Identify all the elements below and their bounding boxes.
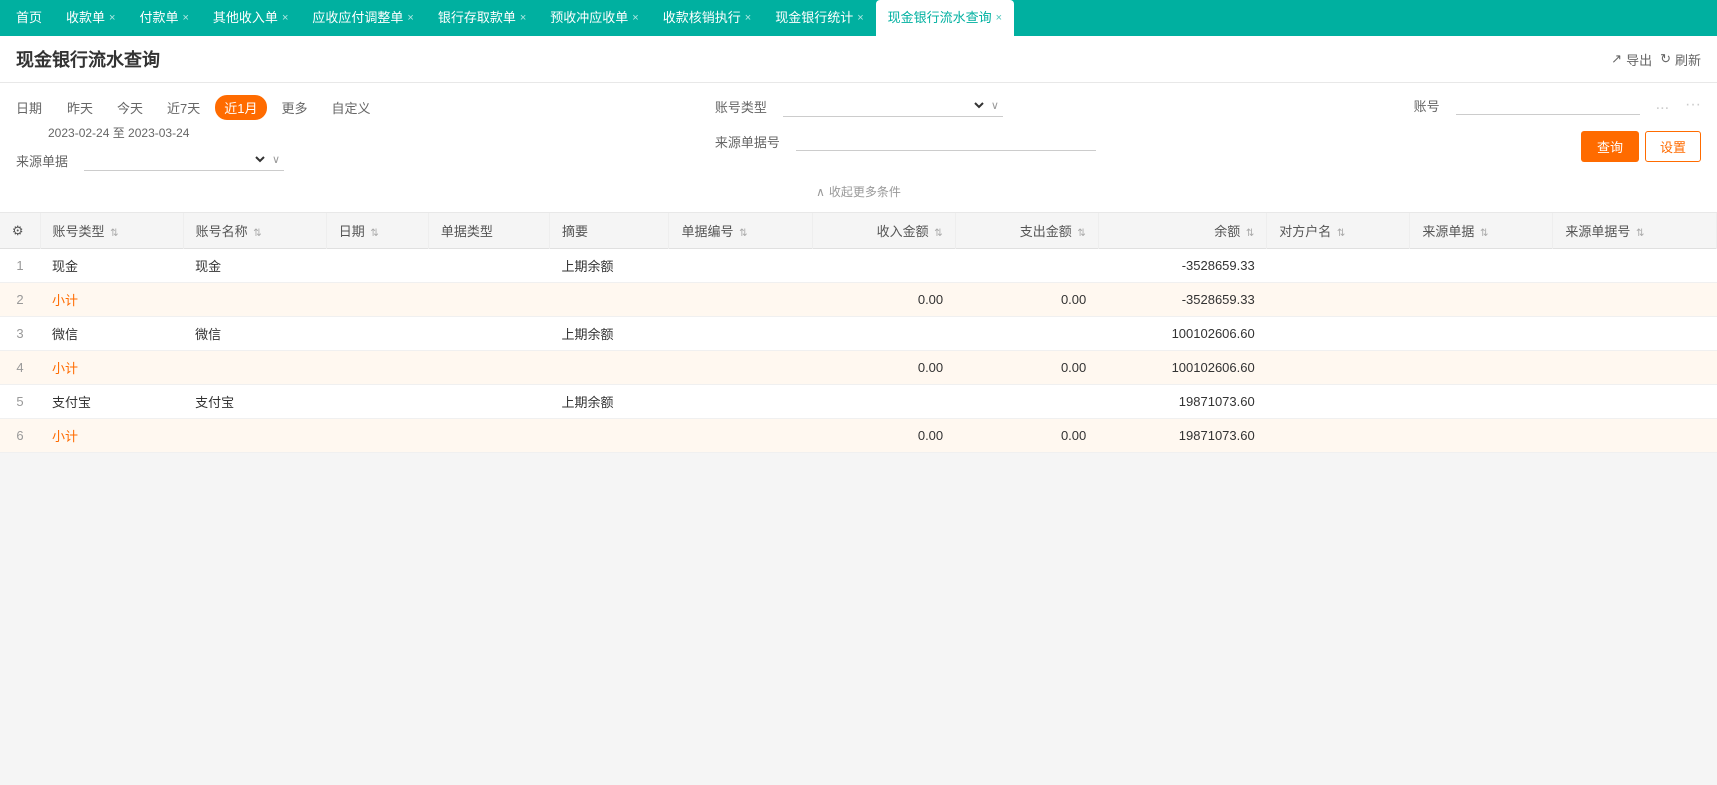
close-icon[interactable]: × [282, 0, 288, 36]
col-counterpart[interactable]: 对方户名 ⇅ [1267, 213, 1410, 249]
date-btn-yesterday[interactable]: 昨天 [58, 95, 102, 120]
col-balance[interactable]: 余额 ⇅ [1098, 213, 1266, 249]
sort-icon: ⇅ [934, 228, 942, 239]
query-button[interactable]: 查询 [1581, 131, 1639, 162]
sort-icon: ⇅ [1636, 228, 1644, 239]
filter-area: 日期 昨天 今天 近7天 近1月 更多 自定义 2023-02-24 至 202… [0, 83, 1717, 213]
date-range: 2023-02-24 至 2023-03-24 [48, 124, 189, 141]
date-options: 昨天 今天 近7天 近1月 更多 自定义 [58, 95, 380, 120]
close-icon[interactable]: × [996, 0, 1002, 36]
source-doc-no-label: 来源单据号 [715, 132, 780, 151]
nav-item-other-income[interactable]: 其他收入单 × [201, 0, 300, 36]
top-nav: 首页 收款单 × 付款单 × 其他收入单 × 应收应付调整单 × 银行存取款单 … [0, 0, 1717, 36]
col-source-doc-no[interactable]: 来源单据号 ⇅ [1553, 213, 1717, 249]
page-title: 现金银行流水查询 [16, 46, 160, 72]
col-account-type[interactable]: 账号类型 ⇅ [40, 213, 183, 249]
close-icon[interactable]: × [407, 0, 413, 36]
export-button[interactable]: ↗ 导出 [1611, 50, 1652, 69]
export-icon: ↗ [1611, 51, 1622, 67]
source-doc-no-input[interactable] [796, 131, 1096, 151]
table-row: 1现金现金上期余额-3528659.33 [0, 249, 1717, 283]
sort-icon: ⇅ [1077, 228, 1085, 239]
close-icon[interactable]: × [182, 0, 188, 36]
source-doc-label: 来源单据 [16, 151, 68, 170]
account-input[interactable] [1456, 95, 1640, 115]
nav-item-cashflow[interactable]: 现金银行流水查询 × [876, 0, 1014, 36]
sort-icon: ⇅ [1480, 228, 1488, 239]
collapse-icon: ∧ [816, 185, 825, 199]
settings-button[interactable]: 设置 [1645, 131, 1701, 162]
close-icon[interactable]: × [857, 0, 863, 36]
date-btn-7days[interactable]: 近7天 [158, 95, 209, 120]
nav-item-bank-withdraw[interactable]: 银行存取款单 × [426, 0, 538, 36]
close-icon[interactable]: × [109, 0, 115, 36]
chevron-down-icon: ∨ [991, 99, 999, 112]
sort-icon: ⇅ [370, 228, 378, 239]
close-icon[interactable]: × [745, 0, 751, 36]
table-container: ⚙ 账号类型 ⇅ 账号名称 ⇅ 日期 ⇅ 单据类型 摘要 单据编号 ⇅ 收入金额… [0, 213, 1717, 453]
refresh-button[interactable]: ↻ 刷新 [1660, 50, 1701, 69]
nav-item-payment[interactable]: 付款单 × [127, 0, 200, 36]
date-label: 日期 [16, 98, 42, 117]
account-type-label: 账号类型 [715, 97, 767, 116]
table-row: 3微信微信上期余额100102606.60 [0, 317, 1717, 351]
col-date[interactable]: 日期 ⇅ [326, 213, 428, 249]
col-expense[interactable]: 支出金额 ⇅ [955, 213, 1098, 249]
close-icon[interactable]: × [520, 0, 526, 36]
nav-item-receipt[interactable]: 收款单 × [54, 0, 127, 36]
col-settings[interactable]: ⚙ [0, 213, 40, 249]
account-label: 账号 [1414, 96, 1440, 115]
date-btn-1month[interactable]: 近1月 [215, 95, 266, 120]
date-btn-today[interactable]: 今天 [108, 95, 152, 120]
data-table: ⚙ 账号类型 ⇅ 账号名称 ⇅ 日期 ⇅ 单据类型 摘要 单据编号 ⇅ 收入金额… [0, 213, 1717, 453]
source-doc-select-wrapper[interactable]: ∨ [84, 149, 284, 171]
account-type-select-wrapper[interactable]: ∨ [783, 95, 1003, 117]
sort-icon: ⇅ [1337, 228, 1345, 239]
sort-icon: ⇅ [110, 228, 118, 239]
header-actions: ↗ 导出 ↻ 刷新 [1611, 50, 1701, 69]
nav-item-home[interactable]: 首页 [4, 0, 54, 36]
settings-icon: ⚙ [12, 223, 24, 238]
col-income[interactable]: 收入金额 ⇅ [812, 213, 955, 249]
nav-item-stats[interactable]: 现金银行统计 × [763, 0, 875, 36]
account-more-icon[interactable]: ... [1656, 96, 1669, 114]
table-row: 6小计0.000.0019871073.60 [0, 419, 1717, 453]
page-header: 现金银行流水查询 ↗ 导出 ↻ 刷新 [0, 36, 1717, 83]
table-row: 5支付宝支付宝上期余额19871073.60 [0, 385, 1717, 419]
date-btn-more[interactable]: 更多 [273, 95, 317, 120]
date-btn-custom[interactable]: 自定义 [323, 95, 380, 120]
table-row: 4小计0.000.00100102606.60 [0, 351, 1717, 385]
dots-button[interactable]: ··· [1685, 96, 1701, 114]
sort-icon: ⇅ [253, 228, 261, 239]
source-doc-select[interactable] [88, 151, 268, 168]
account-type-select[interactable] [787, 97, 987, 114]
table-header-row: ⚙ 账号类型 ⇅ 账号名称 ⇅ 日期 ⇅ 单据类型 摘要 单据编号 ⇅ 收入金额… [0, 213, 1717, 249]
col-doc-type: 单据类型 [428, 213, 549, 249]
sort-icon: ⇅ [1246, 228, 1254, 239]
refresh-icon: ↻ [1660, 51, 1671, 67]
sort-icon: ⇅ [739, 228, 747, 239]
collapse-bar[interactable]: ∧ 收起更多条件 [16, 183, 1701, 200]
col-source-doc[interactable]: 来源单据 ⇅ [1410, 213, 1553, 249]
table-row: 2小计0.000.00-3528659.33 [0, 283, 1717, 317]
chevron-down-icon: ∨ [272, 153, 280, 166]
nav-item-verification[interactable]: 收款核销执行 × [651, 0, 763, 36]
col-doc-no[interactable]: 单据编号 ⇅ [669, 213, 812, 249]
col-account-name[interactable]: 账号名称 ⇅ [183, 213, 326, 249]
nav-item-adjust[interactable]: 应收应付调整单 × [300, 0, 425, 36]
col-summary: 摘要 [549, 213, 669, 249]
nav-item-prepay[interactable]: 预收冲应收单 × [538, 0, 650, 36]
close-icon[interactable]: × [632, 0, 638, 36]
